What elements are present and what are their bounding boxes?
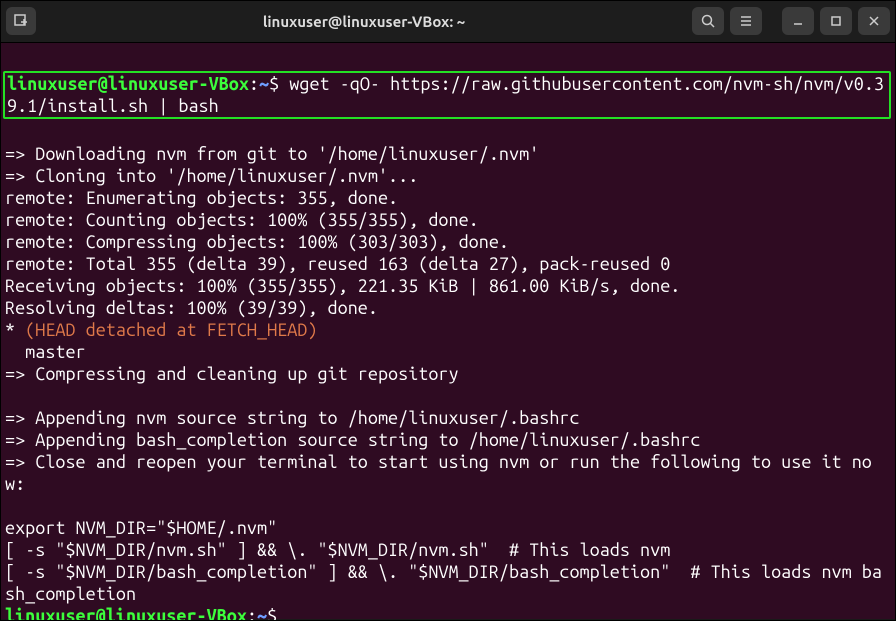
head-detached-note: (HEAD detached at FETCH_HEAD) bbox=[25, 320, 317, 340]
output-line: master bbox=[5, 342, 86, 362]
maximize-button[interactable] bbox=[820, 7, 852, 35]
output-line: => Close and reopen your terminal to sta… bbox=[5, 452, 872, 494]
highlighted-command-region: linuxuser@linuxuser-VBox:~$ wget -qO- ht… bbox=[3, 71, 891, 119]
output-line: remote: Total 355 (delta 39), reused 163… bbox=[5, 254, 670, 274]
close-button[interactable] bbox=[858, 7, 890, 35]
output-line: remote: Compressing objects: 100% (303/3… bbox=[5, 232, 509, 252]
output-line: Receiving objects: 100% (355/355), 221.3… bbox=[5, 276, 680, 296]
output-line: => Appending bash_completion source stri… bbox=[5, 430, 701, 450]
hamburger-menu-button[interactable] bbox=[730, 7, 762, 35]
output-line: Resolving deltas: 100% (39/39), done. bbox=[5, 298, 378, 318]
prompt-dollar: $ bbox=[269, 74, 289, 94]
output-line: [ -s "$NVM_DIR/bash_completion" ] && \. … bbox=[5, 562, 882, 604]
prompt-dollar: $ bbox=[267, 606, 287, 621]
prompt-user: linuxuser@linuxuser-VBox bbox=[5, 606, 247, 621]
search-button[interactable] bbox=[692, 7, 724, 35]
minimize-button[interactable] bbox=[782, 7, 814, 35]
prompt-cwd: ~ bbox=[257, 606, 267, 621]
output-line: => Compressing and cleaning up git repos… bbox=[5, 364, 459, 384]
output-line: => Appending nvm source string to /home/… bbox=[5, 408, 580, 428]
output-line: remote: Counting objects: 100% (355/355)… bbox=[5, 210, 479, 230]
output-line: [ -s "$NVM_DIR/nvm.sh" ] && \. "$NVM_DIR… bbox=[5, 540, 670, 560]
window-titlebar: linuxuser@linuxuser-VBox: ~ bbox=[0, 0, 896, 43]
new-tab-button[interactable] bbox=[6, 7, 36, 35]
prompt-cwd: ~ bbox=[259, 74, 269, 94]
prompt-separator: : bbox=[249, 74, 259, 94]
output-line: => Cloning into '/home/linuxuser/.nvm'..… bbox=[5, 166, 418, 186]
prompt-user: linuxuser@linuxuser-VBox bbox=[7, 74, 249, 94]
window-title: linuxuser@linuxuser-VBox: ~ bbox=[42, 13, 686, 30]
terminal-viewport[interactable]: linuxuser@linuxuser-VBox:~$ wget -qO- ht… bbox=[0, 43, 896, 619]
output-line: => Downloading nvm from git to '/home/li… bbox=[5, 144, 539, 164]
prompt-separator: : bbox=[247, 606, 257, 621]
output-line: remote: Enumerating objects: 355, done. bbox=[5, 188, 398, 208]
output-line: export NVM_DIR="$HOME/.nvm" bbox=[5, 518, 277, 538]
output-line: * bbox=[5, 320, 25, 340]
